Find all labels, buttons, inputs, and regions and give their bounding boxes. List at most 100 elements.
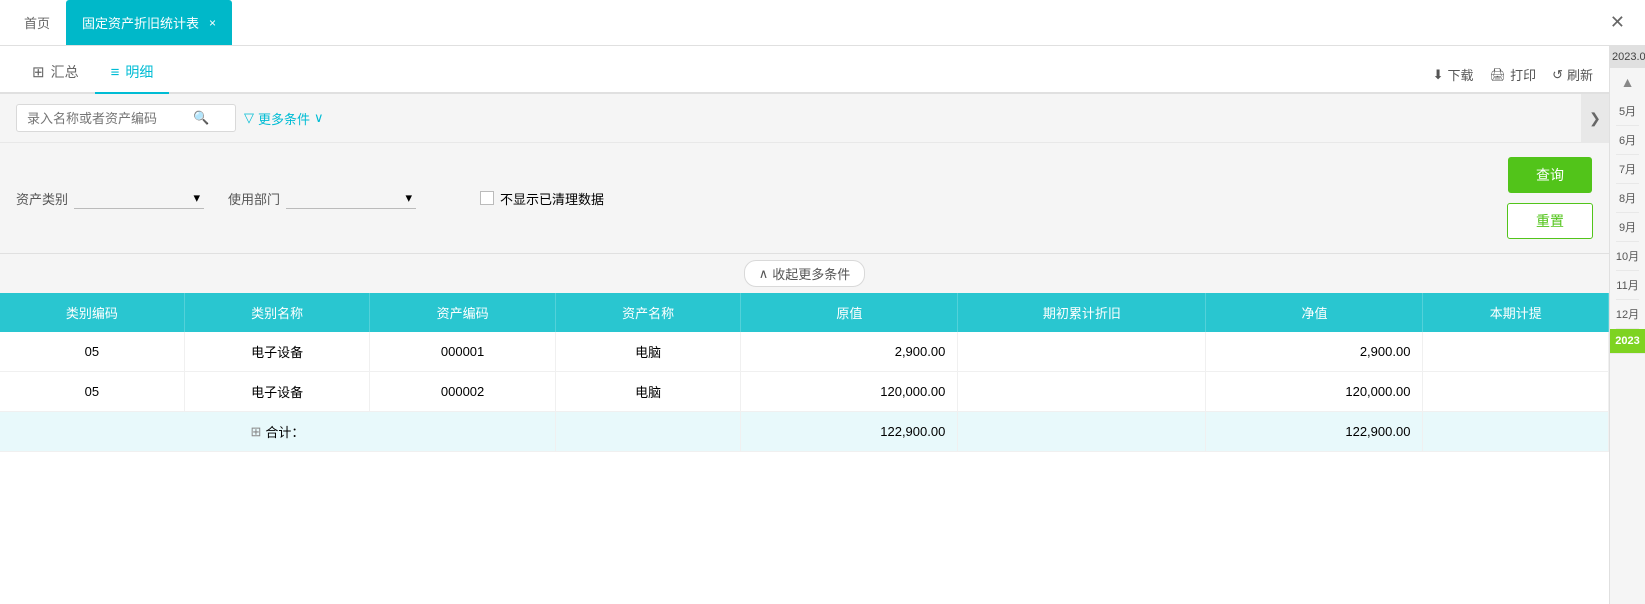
chevron-down-icon: ∨ — [314, 110, 324, 126]
summary-icon: ⊞ — [32, 63, 45, 81]
cell-original-value: 2,900.00 — [741, 332, 958, 372]
cell-current-period — [1423, 332, 1609, 372]
total-original-value: 122,900.00 — [741, 412, 958, 452]
tab-summary-label: 汇总 — [51, 62, 79, 82]
asset-category-field: 资产类别 ▾ — [16, 188, 204, 209]
advanced-filter: 资产类别 ▾ 使用部门 ▾ 不显示已清理数据 — [0, 143, 1609, 254]
print-button[interactable]: 🖨 打印 — [1490, 65, 1537, 84]
cell-asset-code: 000001 — [370, 332, 556, 372]
table-container: 类别编码 类别名称 资产编码 资产名称 原值 期初累计折旧 净值 本期计提 05… — [0, 293, 1609, 604]
data-table: 类别编码 类别名称 资产编码 资产名称 原值 期初累计折旧 净值 本期计提 05… — [0, 293, 1609, 452]
refresh-button[interactable]: ↺ 刷新 — [1552, 65, 1593, 84]
cell-accumulated-depreciation — [958, 332, 1206, 372]
print-icon: 🖨 — [1490, 67, 1507, 83]
cell-asset-name: 电脑 — [555, 332, 741, 372]
right-panel: 2023.01 ▲ 5月6月7月8月9月10月11月12月 2023 — [1609, 46, 1645, 604]
total-label-text: 合计： — [265, 422, 304, 441]
collapse-button[interactable]: ∧ 收起更多条件 — [744, 260, 866, 287]
cell-net-value: 120,000.00 — [1206, 372, 1423, 412]
nav-tab-close[interactable]: × — [209, 16, 216, 30]
col-original-value: 原值 — [741, 293, 958, 332]
filter-btn-group: 查询 重置 — [1507, 157, 1593, 239]
total-placeholder — [555, 412, 741, 452]
table-header-row: 类别编码 类别名称 资产编码 资产名称 原值 期初累计折旧 净值 本期计提 — [0, 293, 1609, 332]
total-icon: ⊞ — [250, 424, 261, 440]
tab-detail[interactable]: ≡ 明细 — [95, 52, 170, 94]
nav-tab-label: 固定资产折旧统计表 — [82, 13, 199, 32]
total-label-cell: ⊞ 合计： — [0, 412, 555, 452]
search-input[interactable] — [27, 111, 187, 126]
query-button[interactable]: 查询 — [1508, 157, 1592, 193]
col-accumulated-depreciation: 期初累计折旧 — [958, 293, 1206, 332]
more-conditions-btn[interactable]: ▽ 更多条件 ∨ — [244, 109, 324, 128]
download-button[interactable]: ⬇ 下载 — [1433, 65, 1474, 84]
month-item[interactable]: 9月 — [1616, 213, 1639, 242]
total-current-period — [1423, 412, 1609, 452]
col-net-value: 净值 — [1206, 293, 1423, 332]
table-row: 05 电子设备 000002 电脑 120,000.00 120,000.00 — [0, 372, 1609, 412]
month-item[interactable]: 12月 — [1616, 300, 1639, 329]
chevron-down-icon: ▾ — [193, 190, 200, 206]
month-item[interactable]: 10月 — [1616, 242, 1639, 271]
total-net-value: 122,900.00 — [1206, 412, 1423, 452]
month-item[interactable]: 7月 — [1616, 155, 1639, 184]
window-close-button[interactable]: ✕ — [1610, 12, 1625, 33]
more-conditions-label: 更多条件 — [258, 109, 310, 128]
filter-icon: ▽ — [244, 110, 254, 126]
tab-row: ⊞ 汇总 ≡ 明细 ⬇ 下载 🖨 打印 ↺ 刷新 — [0, 46, 1609, 94]
download-label: 下载 — [1448, 65, 1474, 84]
use-dept-select[interactable]: ▾ — [286, 188, 416, 209]
col-category-name: 类别名称 — [184, 293, 370, 332]
asset-category-label: 资产类别 — [16, 189, 68, 208]
month-item[interactable]: 11月 — [1616, 271, 1639, 300]
asset-category-select[interactable]: ▾ — [74, 188, 204, 209]
download-icon: ⬇ — [1433, 67, 1444, 83]
use-dept-field: 使用部门 ▾ — [228, 188, 416, 209]
col-asset-code: 资产编码 — [370, 293, 556, 332]
table-row: 05 电子设备 000001 电脑 2,900.00 2,900.00 — [0, 332, 1609, 372]
refresh-label: 刷新 — [1567, 65, 1593, 84]
cell-net-value: 2,900.00 — [1206, 332, 1423, 372]
cell-original-value: 120,000.00 — [741, 372, 958, 412]
detail-icon: ≡ — [111, 64, 120, 81]
hide-cleared-checkbox[interactable] — [480, 191, 494, 205]
cell-asset-code: 000002 — [370, 372, 556, 412]
tab-detail-label: 明细 — [125, 62, 153, 82]
date-header: 2023.01 — [1610, 46, 1645, 68]
chevron-down-icon: ▾ — [406, 190, 413, 206]
col-asset-name: 资产名称 — [555, 293, 741, 332]
search-icon[interactable]: 🔍 — [193, 110, 209, 126]
expand-panel-button[interactable]: ❯ — [1581, 94, 1609, 142]
nav-up-arrow[interactable]: ▲ — [1621, 72, 1635, 93]
cell-asset-name: 电脑 — [555, 372, 741, 412]
cell-category-code: 05 — [0, 372, 184, 412]
hide-cleared-group: 不显示已清理数据 — [480, 189, 604, 208]
collapse-label: 收起更多条件 — [772, 264, 850, 283]
use-dept-label: 使用部门 — [228, 189, 280, 208]
cell-current-period — [1423, 372, 1609, 412]
month-item[interactable]: 6月 — [1616, 126, 1639, 155]
search-filter-row: 🔍 ▽ 更多条件 ∨ ❯ — [0, 94, 1609, 143]
cell-category-name: 电子设备 — [184, 332, 370, 372]
hide-cleared-label: 不显示已清理数据 — [500, 189, 604, 208]
col-category-code: 类别编码 — [0, 293, 184, 332]
search-box[interactable]: 🔍 — [16, 104, 236, 132]
tab-actions: ⬇ 下载 🖨 打印 ↺ 刷新 — [1433, 65, 1593, 92]
refresh-icon: ↺ — [1552, 67, 1563, 83]
month-item[interactable]: 5月 — [1616, 97, 1639, 126]
month-item[interactable]: 8月 — [1616, 184, 1639, 213]
tab-summary[interactable]: ⊞ 汇总 — [16, 52, 95, 94]
collapse-bar: ∧ 收起更多条件 — [0, 254, 1609, 293]
cell-category-name: 电子设备 — [184, 372, 370, 412]
nav-home[interactable]: 首页 — [16, 13, 58, 32]
collapse-icon: ∧ — [759, 266, 769, 282]
total-row: ⊞ 合计： 122,900.00 122,900.00 — [0, 412, 1609, 452]
col-current-period: 本期计提 — [1423, 293, 1609, 332]
total-accumulated — [958, 412, 1206, 452]
reset-button[interactable]: 重置 — [1507, 203, 1593, 239]
year-badge[interactable]: 2023 — [1610, 329, 1645, 354]
nav-tab[interactable]: 固定资产折旧统计表 × — [66, 0, 232, 45]
print-label: 打印 — [1510, 65, 1536, 84]
cell-accumulated-depreciation — [958, 372, 1206, 412]
cell-category-code: 05 — [0, 332, 184, 372]
